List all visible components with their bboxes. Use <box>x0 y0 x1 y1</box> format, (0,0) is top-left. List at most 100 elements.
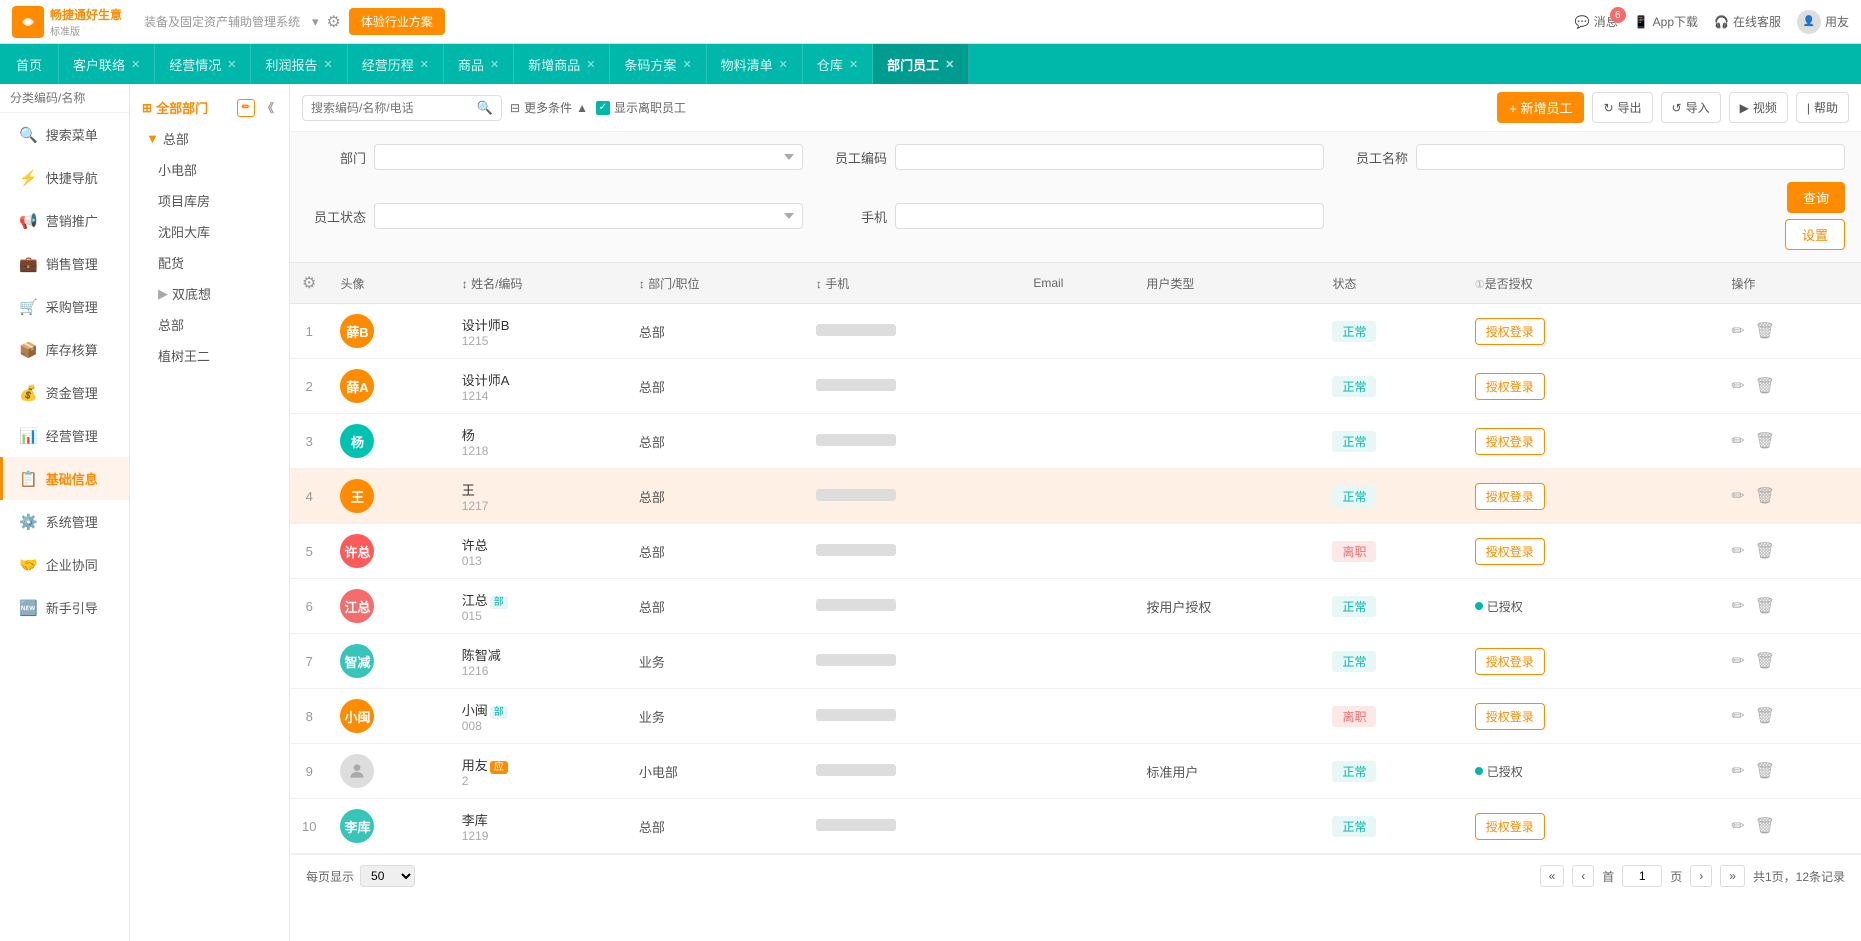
auth-login-button[interactable]: 授权登录 <box>1475 483 1545 510</box>
dept-node-shuangdi[interactable]: ▶ 双底想 <box>130 278 289 309</box>
dept-node-zongbu-sub[interactable]: 总部 <box>130 309 289 340</box>
add-employee-button[interactable]: + 新增员工 <box>1497 92 1584 123</box>
phone-input[interactable] <box>895 203 1324 229</box>
edit-icon[interactable]: ✏ <box>1731 431 1744 451</box>
edit-icon[interactable]: ✏ <box>1731 651 1744 671</box>
dept-node-zhishu[interactable]: 植树王二 <box>130 340 289 371</box>
sidebar-item-cooperation[interactable]: 🤝企业协同 <box>0 543 129 586</box>
emp-name-input[interactable] <box>1416 144 1845 170</box>
edit-icon[interactable]: ✏ <box>1731 761 1744 781</box>
edit-icon[interactable]: ✏ <box>1731 321 1744 341</box>
last-page-button[interactable]: » <box>1720 865 1745 887</box>
edit-icon[interactable]: ✏ <box>1731 541 1744 561</box>
col-phone[interactable]: ↕ 手机 <box>804 263 1021 304</box>
delete-icon[interactable]: 🗑 <box>1755 706 1775 726</box>
expand-arrow-icon[interactable]: ▾ <box>312 14 319 30</box>
message-item[interactable]: 💬 消息 6 <box>1575 13 1618 30</box>
emp-code-input[interactable] <box>895 144 1324 170</box>
search-input[interactable] <box>311 101 473 115</box>
dept-tree-header[interactable]: ⊞ 全部部门 ✏ 《 <box>130 92 289 123</box>
dept-node-xiangmu[interactable]: 项目库房 <box>130 185 289 216</box>
nav-tab-经营历程[interactable]: 经营历程✕ <box>348 44 444 84</box>
auth-login-button[interactable]: 授权登录 <box>1475 428 1545 455</box>
delete-icon[interactable]: 🗑 <box>1755 816 1775 836</box>
sidebar-item-basic-info[interactable]: 📋基础信息 <box>0 457 129 500</box>
edit-icon[interactable]: ✏ <box>1731 596 1744 616</box>
more-filter-button[interactable]: ⊟ 更多条件 ▲ <box>510 99 588 116</box>
next-page-button[interactable]: › <box>1690 865 1712 887</box>
auth-login-button[interactable]: 授权登录 <box>1475 538 1545 565</box>
import-button[interactable]: ↺ 导入 <box>1661 92 1721 123</box>
nav-tab-新增商品[interactable]: 新增商品✕ <box>514 44 610 84</box>
sidebar-item-purchase[interactable]: 🛒采购管理 <box>0 285 129 328</box>
sidebar-item-marketing[interactable]: 📢营销推广 <box>0 199 129 242</box>
dept-node-xiaodian[interactable]: 小电部 <box>130 154 289 185</box>
view-button[interactable]: ▶ 视频 <box>1729 92 1788 123</box>
show-inactive-wrap[interactable]: ✓ 显示离职员工 <box>596 99 686 116</box>
gear-icon[interactable]: ⚙ <box>327 12 341 32</box>
help-button[interactable]: | 帮助 <box>1796 92 1849 123</box>
delete-icon[interactable]: 🗑 <box>1755 651 1775 671</box>
close-tab-icon[interactable]: ✕ <box>682 58 691 71</box>
delete-icon[interactable]: 🗑 <box>1755 596 1775 616</box>
sidebar-item-search-menu[interactable]: 🔍搜索菜单 <box>0 113 129 156</box>
delete-icon[interactable]: 🗑 <box>1755 486 1775 506</box>
export-button[interactable]: ↻ 导出 <box>1592 92 1652 123</box>
app-download-item[interactable]: 📱 App下载 <box>1634 13 1698 30</box>
dept-filter-select[interactable] <box>374 144 803 170</box>
online-service-item[interactable]: 🎧 在线客服 <box>1714 13 1781 30</box>
auth-login-button[interactable]: 授权登录 <box>1475 703 1545 730</box>
delete-icon[interactable]: 🗑 <box>1755 431 1775 451</box>
nav-tab-客户联络[interactable]: 客户联络✕ <box>59 44 155 84</box>
delete-icon[interactable]: 🗑 <box>1755 541 1775 561</box>
col-name[interactable]: ↕ 姓名/编码 <box>450 263 627 304</box>
close-tab-icon[interactable]: ✕ <box>131 58 140 71</box>
sidebar-item-stock[interactable]: 📦库存核算 <box>0 328 129 371</box>
close-tab-icon[interactable]: ✕ <box>779 58 788 71</box>
delete-icon[interactable]: 🗑 <box>1755 761 1775 781</box>
dept-add-icon[interactable]: ✏ <box>237 99 255 117</box>
edit-icon[interactable]: ✏ <box>1731 376 1744 396</box>
sidebar-item-operations[interactable]: 📊经营管理 <box>0 414 129 457</box>
edit-icon[interactable]: ✏ <box>1731 706 1744 726</box>
set-button[interactable]: 设置 <box>1785 219 1845 250</box>
settings-icon[interactable]: ⚙ <box>302 275 316 292</box>
delete-icon[interactable]: 🗑 <box>1755 321 1775 341</box>
trial-button[interactable]: 体验行业方案 <box>349 8 445 35</box>
delete-icon[interactable]: 🗑 <box>1755 376 1775 396</box>
prev-page-button[interactable]: ‹ <box>1572 865 1594 887</box>
nav-tab-部门员工[interactable]: 部门员工✕ <box>873 44 969 84</box>
nav-tab-商品[interactable]: 商品✕ <box>444 44 514 84</box>
close-tab-icon[interactable]: ✕ <box>945 58 954 71</box>
close-tab-icon[interactable]: ✕ <box>227 58 236 71</box>
dept-collapse-icon[interactable]: 《 <box>259 99 277 117</box>
dept-node-shenyang[interactable]: 沈阳大库 <box>130 216 289 247</box>
nav-tab-利润报告[interactable]: 利润报告✕ <box>251 44 347 84</box>
sidebar-item-sales[interactable]: 💼销售管理 <box>0 242 129 285</box>
auth-login-button[interactable]: 授权登录 <box>1475 318 1545 345</box>
sidebar-item-system[interactable]: ⚙️系统管理 <box>0 500 129 543</box>
sidebar-item-finance[interactable]: 💰资金管理 <box>0 371 129 414</box>
auth-login-button[interactable]: 授权登录 <box>1475 373 1545 400</box>
dept-node-zongbu-parent[interactable]: ▼ 总部 <box>130 123 289 154</box>
sidebar-item-quick-nav[interactable]: ⚡快捷导航 <box>0 156 129 199</box>
nav-tab-物料清单[interactable]: 物料清单✕ <box>707 44 803 84</box>
nav-tab-仓库[interactable]: 仓库✕ <box>803 44 873 84</box>
edit-icon[interactable]: ✏ <box>1731 816 1744 836</box>
dept-node-peihuo[interactable]: 配货 <box>130 247 289 278</box>
auth-login-button[interactable]: 授权登录 <box>1475 813 1545 840</box>
query-button[interactable]: 查询 <box>1787 182 1845 213</box>
sidebar-item-guide[interactable]: 🆕新手引导 <box>0 586 129 629</box>
search-icon[interactable]: 🔍 <box>477 100 493 116</box>
nav-tab-首页[interactable]: 首页 <box>0 44 59 84</box>
nav-tab-经营情况[interactable]: 经营情况✕ <box>155 44 251 84</box>
close-tab-icon[interactable]: ✕ <box>324 58 333 71</box>
close-tab-icon[interactable]: ✕ <box>849 58 858 71</box>
edit-icon[interactable]: ✏ <box>1731 486 1744 506</box>
first-page-button[interactable]: « <box>1540 865 1565 887</box>
emp-status-select[interactable] <box>374 203 803 229</box>
close-tab-icon[interactable]: ✕ <box>490 58 499 71</box>
page-size-select[interactable]: 50 100 200 <box>360 865 415 887</box>
close-tab-icon[interactable]: ✕ <box>586 58 595 71</box>
user-item[interactable]: 👤 用友 <box>1797 10 1849 34</box>
